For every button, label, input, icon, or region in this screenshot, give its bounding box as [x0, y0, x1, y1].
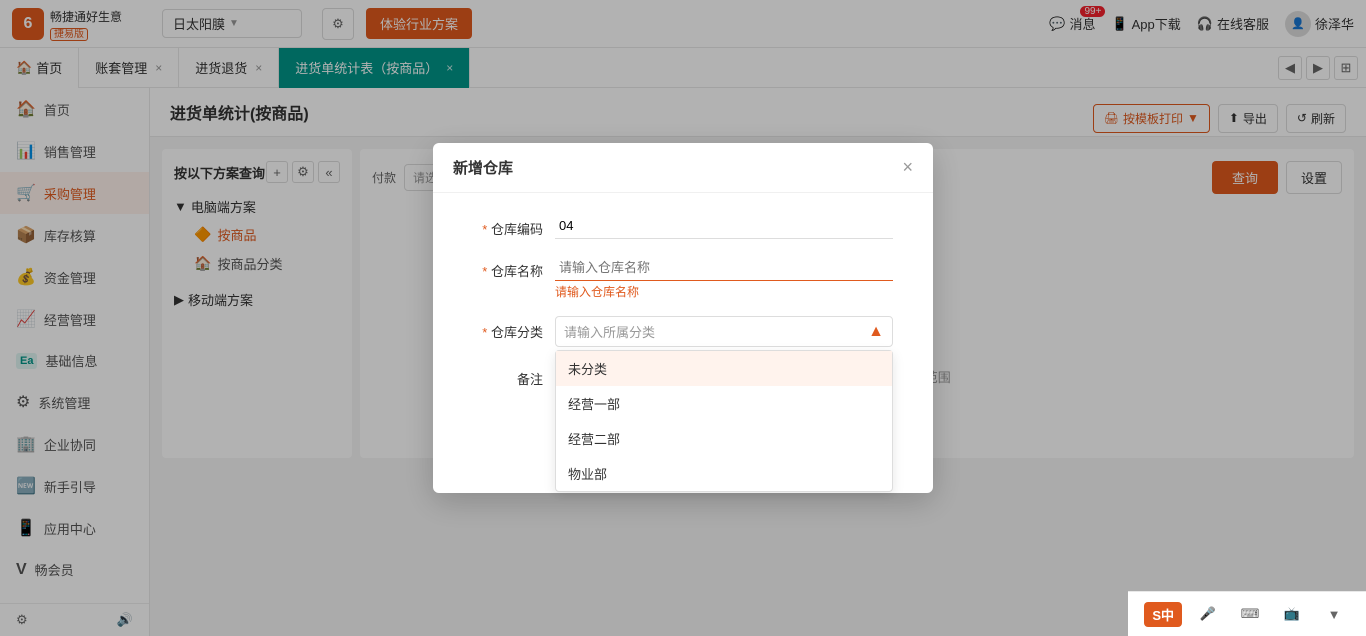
modal-overlay: 新增仓库 × * 仓库编码 * 仓库名称 — [0, 0, 1366, 636]
warehouse-name-label: * 仓库名称 — [473, 255, 543, 280]
warehouse-name-group: * 仓库名称 请输入仓库名称 — [473, 255, 893, 300]
keyboard-icon[interactable]: ⌨ — [1234, 598, 1266, 630]
category-up-arrow-icon: ▲ — [868, 323, 884, 341]
warehouse-category-group: * 仓库分类 请输入所属分类 ▲ 未分类 经营一部 — [473, 316, 893, 347]
dropdown-item-dept1[interactable]: 经营一部 — [556, 386, 892, 421]
warehouse-name-error: 请输入仓库名称 — [555, 283, 893, 300]
input-method-icon[interactable]: S中 — [1144, 602, 1182, 627]
warehouse-code-group: * 仓库编码 — [473, 213, 893, 239]
category-placeholder: 请输入所属分类 — [564, 322, 655, 341]
warehouse-name-input[interactable] — [555, 255, 893, 281]
taskbar-arrow-icon[interactable]: ▼ — [1318, 598, 1350, 630]
required-star-category: * — [482, 325, 487, 340]
modal-title: 新增仓库 — [453, 157, 513, 178]
bottom-bar: S中 🎤 ⌨ 📺 ▼ — [1128, 591, 1366, 636]
microphone-icon[interactable]: 🎤 — [1192, 598, 1224, 630]
dropdown-item-uncategorized[interactable]: 未分类 — [556, 351, 892, 386]
modal-header: 新增仓库 × — [433, 143, 933, 193]
warehouse-category-label: * 仓库分类 — [473, 316, 543, 341]
warehouse-code-input-wrapper — [555, 213, 893, 239]
dropdown-item-dept2[interactable]: 经营二部 — [556, 421, 892, 456]
required-star-code: * — [482, 222, 487, 237]
required-star-name: * — [482, 264, 487, 279]
warehouse-category-dropdown: 请输入所属分类 ▲ 未分类 经营一部 经营二部 — [555, 316, 893, 347]
modal-body: * 仓库编码 * 仓库名称 请输入仓库名称 — [433, 193, 933, 425]
warehouse-code-input[interactable] — [555, 213, 893, 239]
warehouse-name-input-wrapper: 请输入仓库名称 — [555, 255, 893, 300]
monitor-icon[interactable]: 📺 — [1276, 598, 1308, 630]
modal-close-button[interactable]: × — [902, 157, 913, 178]
warehouse-code-label: * 仓库编码 — [473, 213, 543, 238]
warehouse-note-label: 备注 — [473, 363, 543, 388]
new-warehouse-modal: 新增仓库 × * 仓库编码 * 仓库名称 — [433, 143, 933, 493]
category-dropdown-list: 未分类 经营一部 经营二部 物业部 — [555, 350, 893, 492]
dropdown-item-property[interactable]: 物业部 — [556, 456, 892, 491]
category-dropdown-trigger[interactable]: 请输入所属分类 ▲ — [555, 316, 893, 347]
